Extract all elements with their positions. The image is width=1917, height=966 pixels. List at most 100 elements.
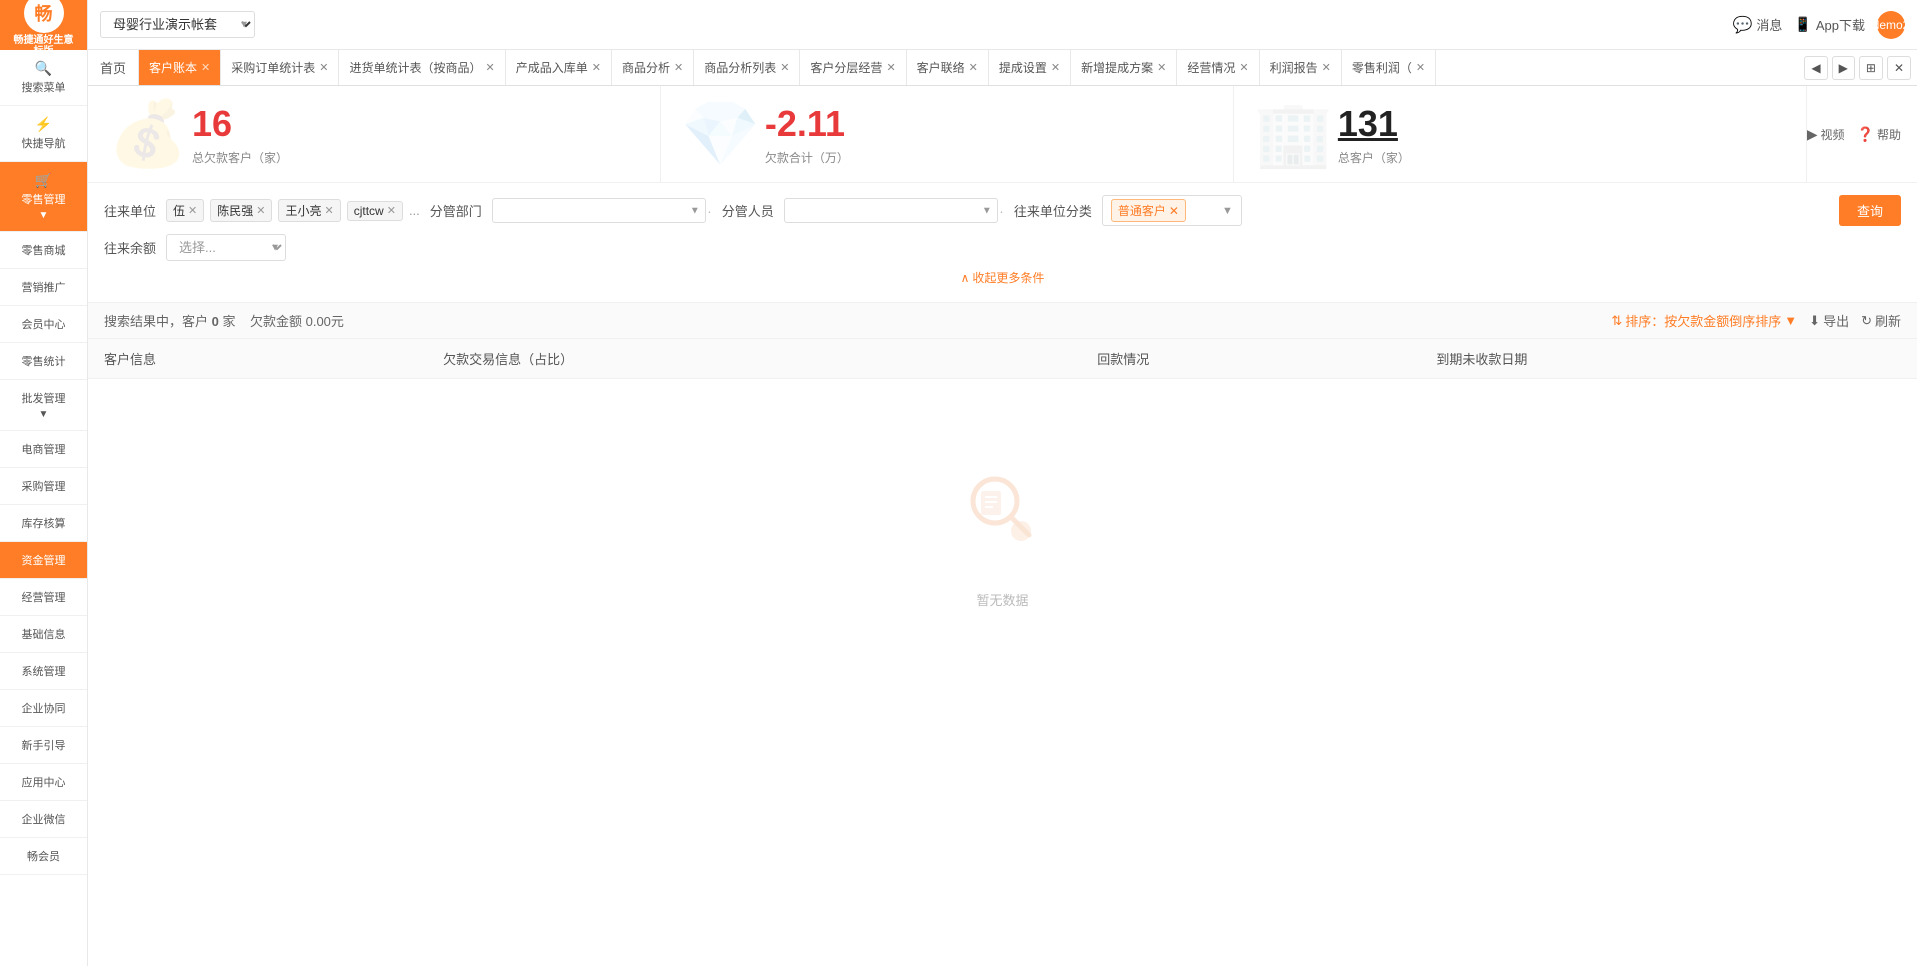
stat-total-customers: 🏢 131 总客户（家） xyxy=(1234,86,1807,182)
message-icon: 💬 xyxy=(1732,15,1752,35)
tab-close-customer-account[interactable]: ✕ xyxy=(201,61,210,74)
stats-bar: 💰 16 总欠款客户（家） 💎 -2.11 欠款合计（万） 🏢 131 总客户（… xyxy=(88,86,1917,183)
phone-icon: 📱 xyxy=(1794,16,1811,33)
dept-select-wrap xyxy=(492,198,706,223)
tab-biz-situation[interactable]: 经营情况 ✕ xyxy=(1177,50,1259,86)
tab-close-profit-report[interactable]: ✕ xyxy=(1322,61,1331,74)
tab-close-customer-contact[interactable]: ✕ xyxy=(969,61,978,74)
balance-select[interactable]: 选择... xyxy=(166,234,286,261)
tab-expand-button[interactable]: ⊞ xyxy=(1859,56,1883,80)
empty-state: 暂无数据 xyxy=(88,379,1917,689)
video-help-area: ▶ 视频 ❓ 帮助 xyxy=(1807,86,1917,182)
tab-close-inbound-stats[interactable]: ✕ xyxy=(486,61,495,74)
sidebar-item-wholesale-mgmt[interactable]: 批发管理 ▼ xyxy=(0,380,87,431)
result-bar-info: 搜索结果中，客户 0 家 欠款金额 0.00元 xyxy=(104,311,344,330)
unit-tag-1: 陈民强 ✕ xyxy=(210,199,272,222)
sidebar-item-app-center[interactable]: 应用中心 xyxy=(0,764,87,801)
sidebar-item-member-center[interactable]: 会员中心 xyxy=(0,306,87,343)
stat-total-customers-value: 131 xyxy=(1338,102,1398,145)
nav-tabs-controls: ◀ ▶ ⊞ ✕ xyxy=(1798,56,1917,80)
stat-debt-amount-value: -2.11 xyxy=(765,102,845,145)
tab-improve-settings[interactable]: 提成设置 ✕ xyxy=(989,50,1071,86)
dept-input[interactable] xyxy=(492,198,706,223)
sidebar-item-quick-nav[interactable]: ⚡ 快捷导航 xyxy=(0,106,87,162)
unit-tag-close-3[interactable]: ✕ xyxy=(387,204,396,217)
sidebar-item-vip-member[interactable]: 畅会员 xyxy=(0,838,87,875)
result-debt-label: 欠款金额 xyxy=(250,314,302,329)
filter-row-1: 往来单位 伍 ✕ 陈民强 ✕ 王小亮 ✕ cjttcw xyxy=(104,195,1901,226)
sidebar-item-retail-stats[interactable]: 零售统计 xyxy=(0,343,87,380)
sidebar-item-operation-mgmt[interactable]: 经营管理 xyxy=(0,579,87,616)
unit-class-chevron: ▼ xyxy=(1222,205,1233,217)
sidebar-item-purchase-mgmt[interactable]: 采购管理 xyxy=(0,468,87,505)
tab-product-inbound[interactable]: 产成品入库单 ✕ xyxy=(506,50,612,86)
filter-row-2: 往来余额 选择... xyxy=(104,234,1901,261)
tab-prev-button[interactable]: ◀ xyxy=(1804,56,1827,80)
message-button[interactable]: 💬 消息 xyxy=(1732,15,1782,35)
sidebar-item-search-menu[interactable]: 🔍 搜索菜单 xyxy=(0,50,87,106)
tab-inbound-stats[interactable]: 进货单统计表（按商品） ✕ xyxy=(339,50,505,86)
sidebar-item-marketing[interactable]: 营销推广 xyxy=(0,269,87,306)
tab-close-product-analysis-list[interactable]: ✕ xyxy=(780,61,789,74)
account-select[interactable]: 母婴行业演示帐套 xyxy=(100,11,255,38)
tab-close-product-analysis[interactable]: ✕ xyxy=(674,61,683,74)
user-avatar[interactable]: demo2 xyxy=(1877,11,1905,39)
refresh-button[interactable]: ↻ 刷新 xyxy=(1861,311,1901,330)
tab-close-retail-profit[interactable]: ✕ xyxy=(1416,61,1425,74)
sort-chevron-icon: ▼ xyxy=(1784,313,1797,328)
unit-class-tag-close[interactable]: ✕ xyxy=(1169,204,1179,218)
sidebar-item-basic-info[interactable]: 基础信息 xyxy=(0,616,87,653)
app-download-button[interactable]: 📱 App下载 xyxy=(1794,15,1865,34)
sidebar-item-inventory-check[interactable]: 库存核算 xyxy=(0,505,87,542)
tab-purchase-order[interactable]: 采购订单统计表 ✕ xyxy=(221,50,339,86)
result-prefix: 搜索结果中，客户 xyxy=(104,314,208,329)
tab-next-button[interactable]: ▶ xyxy=(1832,56,1855,80)
tab-close-purchase-order[interactable]: ✕ xyxy=(319,61,328,74)
stat-debt-customers-value: 16 xyxy=(192,102,232,145)
sort-button[interactable]: ⇅ 排序：按欠款金额倒序排序 ▼ xyxy=(1611,311,1797,330)
sidebar: 畅 畅捷通好生意 标版 🔍 搜索菜单 ⚡ 快捷导航 🛒 零售管理 ▼ 零售商城 … xyxy=(0,0,88,966)
export-button[interactable]: ⬇ 导出 xyxy=(1809,311,1849,330)
tab-close-product-inbound[interactable]: ✕ xyxy=(592,61,601,74)
tab-close-all-button[interactable]: ✕ xyxy=(1887,56,1911,80)
tab-home[interactable]: 首页 xyxy=(88,50,139,86)
unit-class-select[interactable]: 普通客户 ✕ ▼ xyxy=(1102,195,1242,226)
sidebar-item-capital-mgmt[interactable]: 资金管理 xyxy=(0,542,87,579)
sidebar-item-enterprise-coop[interactable]: 企业协同 xyxy=(0,690,87,727)
result-bar-actions: ⇅ 排序：按欠款金额倒序排序 ▼ ⬇ 导出 ↻ 刷新 xyxy=(1611,311,1901,330)
unit-tag-close-2[interactable]: ✕ xyxy=(325,204,334,217)
tab-customer-account[interactable]: 客户账本 ✕ xyxy=(139,50,221,86)
sidebar-item-new-guide[interactable]: 新手引导 xyxy=(0,727,87,764)
unit-tag-close-0[interactable]: ✕ xyxy=(188,204,197,217)
collapse-filter-button[interactable]: ∧ 收起更多条件 xyxy=(961,269,1045,286)
tab-product-analysis-list[interactable]: 商品分析列表 ✕ xyxy=(694,50,800,86)
question-icon: ❓ xyxy=(1857,126,1874,143)
tab-close-customer-layer[interactable]: ✕ xyxy=(886,61,895,74)
sidebar-item-enterprise-wechat[interactable]: 企业微信 xyxy=(0,801,87,838)
result-customer-count: 0 xyxy=(212,314,219,329)
col-debt-trade-info: 欠款交易信息（占比） xyxy=(427,339,1081,379)
tab-customer-layer[interactable]: 客户分层经营 ✕ xyxy=(800,50,906,86)
tab-product-analysis[interactable]: 商品分析 ✕ xyxy=(612,50,694,86)
sidebar-item-ecommerce-mgmt[interactable]: 电商管理 xyxy=(0,431,87,468)
tab-close-new-improve[interactable]: ✕ xyxy=(1157,61,1166,74)
unit-tag-close-1[interactable]: ✕ xyxy=(256,204,265,217)
video-link[interactable]: ▶ 视频 xyxy=(1807,126,1845,143)
person-input[interactable] xyxy=(784,198,998,223)
query-button[interactable]: 查询 xyxy=(1839,195,1901,226)
tab-close-biz-situation[interactable]: ✕ xyxy=(1239,61,1248,74)
tab-new-improve[interactable]: 新增提成方案 ✕ xyxy=(1071,50,1177,86)
sidebar-item-system-mgmt[interactable]: 系统管理 xyxy=(0,653,87,690)
result-bar: 搜索结果中，客户 0 家 欠款金额 0.00元 ⇅ 排序：按欠款金额倒序排序 ▼… xyxy=(88,303,1917,339)
tab-profit-report[interactable]: 利润报告 ✕ xyxy=(1260,50,1342,86)
tab-customer-contact[interactable]: 客户联络 ✕ xyxy=(907,50,989,86)
help-link[interactable]: ❓ 帮助 xyxy=(1857,126,1901,143)
sidebar-item-retail-mgmt[interactable]: 🛒 零售管理 ▼ xyxy=(0,162,87,232)
export-icon: ⬇ xyxy=(1809,313,1820,329)
unit-tags-more[interactable]: ... xyxy=(409,203,420,218)
table-header: 客户信息 欠款交易信息（占比） 回款情况 到期未收款日期 xyxy=(88,339,1917,379)
col-repayment: 回款情况 xyxy=(1081,339,1420,379)
tab-retail-profit[interactable]: 零售利润（ ✕ xyxy=(1342,50,1436,86)
tab-close-improve-settings[interactable]: ✕ xyxy=(1051,61,1060,74)
sidebar-item-retail-mall[interactable]: 零售商城 xyxy=(0,232,87,269)
